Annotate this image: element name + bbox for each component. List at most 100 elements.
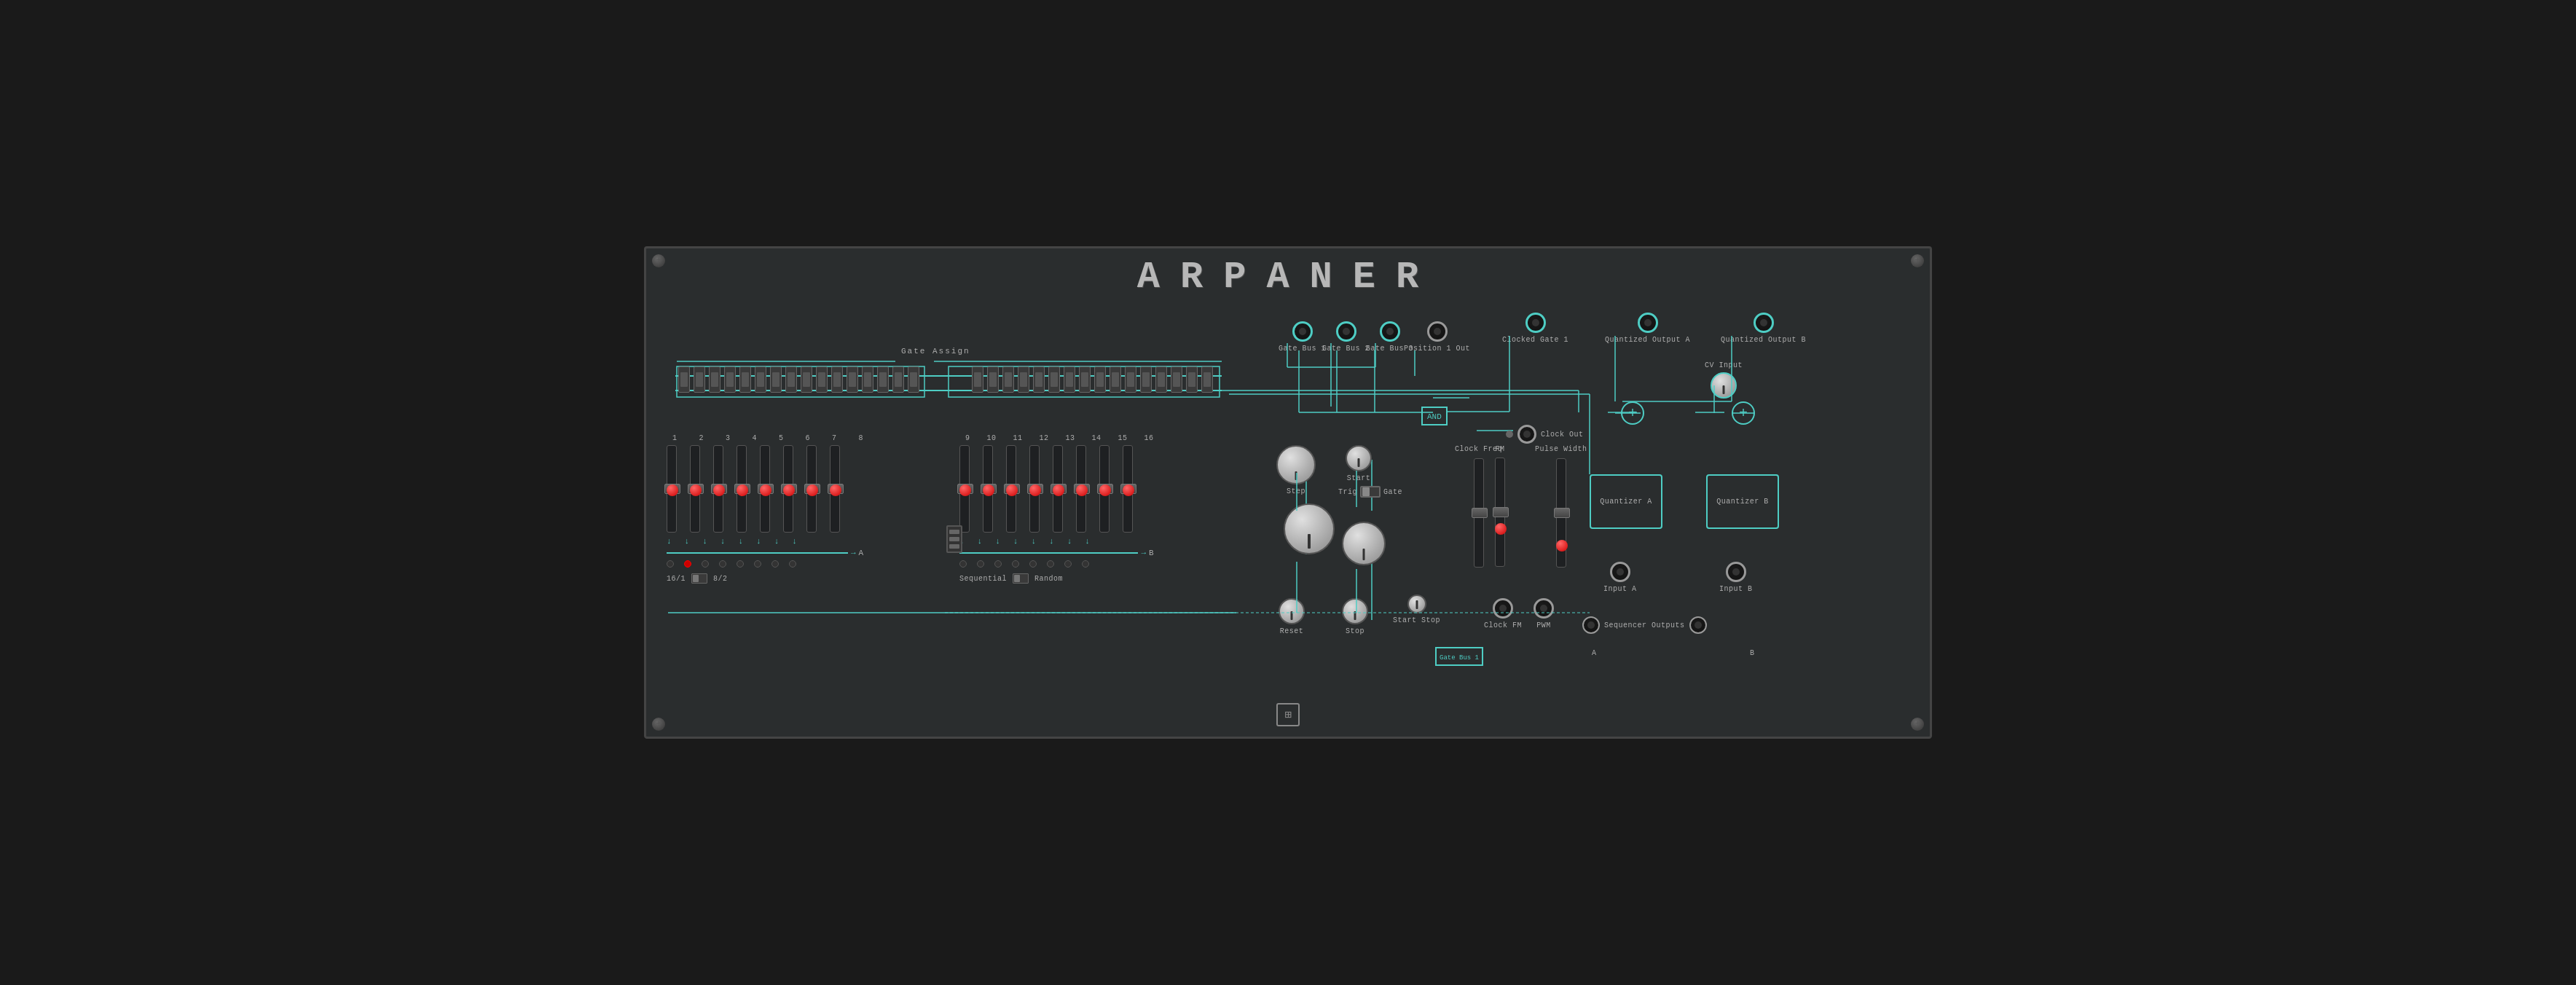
- gate-slider-32[interactable]: [1201, 366, 1213, 393]
- clock-out-jack[interactable]: [1517, 425, 1536, 444]
- seq-slider-a1[interactable]: [667, 445, 677, 533]
- gate-slider-20[interactable]: [1018, 366, 1029, 393]
- fm-slider[interactable]: [1495, 458, 1505, 567]
- step-num-4: 4: [753, 434, 758, 442]
- seq-slider-b1[interactable]: [959, 445, 970, 533]
- reset-knob[interactable]: [1279, 598, 1305, 624]
- seq-slider-a8[interactable]: [830, 445, 840, 533]
- gate-bus-1-jack[interactable]: [1292, 321, 1313, 342]
- seq-slider-a5[interactable]: [760, 445, 770, 533]
- seq-slider-b7[interactable]: [1099, 445, 1110, 533]
- seq-slider-b6[interactable]: [1076, 445, 1086, 533]
- quantized-output-a-jack[interactable]: [1638, 313, 1658, 333]
- cv-input-label: CV Input: [1705, 361, 1743, 369]
- gate-slider-28[interactable]: [1140, 366, 1152, 393]
- arrow-a1: ↓: [667, 537, 672, 546]
- stop-knob[interactable]: [1342, 598, 1368, 624]
- gate-slider-29[interactable]: [1155, 366, 1167, 393]
- quantized-output-b-jack[interactable]: [1754, 313, 1774, 333]
- gate-slider-14[interactable]: [877, 366, 889, 393]
- gate-slider-1[interactable]: [678, 366, 690, 393]
- trig-gate-toggle[interactable]: [1360, 486, 1381, 498]
- gate-slider-9[interactable]: [801, 366, 812, 393]
- seq-slider-a7[interactable]: [806, 445, 817, 533]
- start-section: Start: [1346, 445, 1372, 482]
- gate-slider-15[interactable]: [892, 366, 904, 393]
- gate-slider-23[interactable]: [1064, 366, 1075, 393]
- gate-slider-22[interactable]: [1048, 366, 1060, 393]
- reset-label: Reset: [1279, 627, 1305, 635]
- gate-slider-25[interactable]: [1094, 366, 1106, 393]
- clock-fm-jack[interactable]: [1493, 598, 1513, 619]
- gate-slider-11[interactable]: [831, 366, 843, 393]
- start-stop-knob[interactable]: [1407, 594, 1426, 613]
- clocked-gate-1-jack[interactable]: [1525, 313, 1546, 333]
- seq-output-a-jack[interactable]: [1582, 616, 1600, 634]
- seq-slider-a3[interactable]: [713, 445, 723, 533]
- clock-out-section: Clock Out: [1506, 425, 1584, 444]
- screw-tl: [652, 254, 665, 267]
- step-knob[interactable]: [1276, 445, 1316, 484]
- gate-slider-7[interactable]: [770, 366, 782, 393]
- gate-slider-12[interactable]: [847, 366, 858, 393]
- cv-input-knob[interactable]: [1711, 372, 1737, 399]
- gate-slider-26[interactable]: [1110, 366, 1121, 393]
- gate-slider-17[interactable]: [972, 366, 983, 393]
- gate-slider-8[interactable]: [785, 366, 797, 393]
- gate-slider-3[interactable]: [709, 366, 720, 393]
- gate-slider-13[interactable]: [862, 366, 873, 393]
- gate-slider-16[interactable]: [908, 366, 919, 393]
- input-b-jack[interactable]: [1726, 562, 1746, 582]
- step-num-6: 6: [806, 434, 811, 442]
- rate-knob-large[interactable]: [1284, 503, 1335, 554]
- start-stop-label: Start Stop: [1393, 616, 1440, 625]
- gate-slider-6[interactable]: [755, 366, 766, 393]
- gate-slider-5[interactable]: [739, 366, 751, 393]
- gate-sliders-a: [678, 366, 1213, 393]
- start-knob[interactable]: [1346, 445, 1372, 471]
- gate-slider-30[interactable]: [1171, 366, 1182, 393]
- quantizer-b-box[interactable]: Quantizer B: [1706, 474, 1779, 529]
- seq-slider-b3[interactable]: [1006, 445, 1016, 533]
- arrow-b4: ↓: [1013, 537, 1018, 546]
- pwm-jack[interactable]: [1534, 598, 1554, 619]
- gate-slider-24[interactable]: [1079, 366, 1091, 393]
- toggle-seq-random[interactable]: [1013, 573, 1029, 584]
- arrow-a8: ↓: [792, 537, 797, 546]
- gate-slider-21[interactable]: [1033, 366, 1045, 393]
- step-dot-b6: [1047, 560, 1054, 568]
- gate-slider-27[interactable]: [1125, 366, 1136, 393]
- gate-assign-label: Gate Assign: [901, 347, 970, 356]
- pulse-width-slider[interactable]: [1556, 458, 1566, 568]
- seq-output-a-arrow: →: [851, 549, 856, 557]
- seq-slider-b4[interactable]: [1029, 445, 1040, 533]
- gate-bus-3-jack[interactable]: [1380, 321, 1400, 342]
- gate-bus-2-label: Gate Bus 2: [1322, 345, 1370, 353]
- trig-gate-section: Trig Gate: [1338, 486, 1402, 498]
- gate-slider-31[interactable]: [1186, 366, 1198, 393]
- position-1-out-jack[interactable]: [1427, 321, 1448, 342]
- seq-slider-b8[interactable]: [1123, 445, 1133, 533]
- gate-slider-10[interactable]: [816, 366, 828, 393]
- pitch-knob-large[interactable]: [1342, 522, 1386, 565]
- gate-slider-4[interactable]: [724, 366, 736, 393]
- clock-freq-slider[interactable]: [1474, 458, 1484, 568]
- seq-slider-a4[interactable]: [737, 445, 747, 533]
- input-a-jack[interactable]: [1610, 562, 1630, 582]
- step-dot-b3: [994, 560, 1002, 568]
- mini-connector-box[interactable]: [946, 525, 962, 553]
- seq-slider-b5[interactable]: [1053, 445, 1063, 533]
- seq-slider-a6[interactable]: [783, 445, 793, 533]
- arrow-b5: ↓: [1031, 537, 1036, 546]
- gate-slider-18[interactable]: [987, 366, 999, 393]
- toggle-16-8[interactable]: [691, 573, 707, 584]
- seq-slider-b2[interactable]: [983, 445, 993, 533]
- quantizer-a-box[interactable]: Quantizer A: [1590, 474, 1662, 529]
- seq-slider-a2[interactable]: [690, 445, 700, 533]
- gate-bus-2-jack[interactable]: [1336, 321, 1356, 342]
- gate-slider-19[interactable]: [1002, 366, 1014, 393]
- gate-slider-2[interactable]: [694, 366, 705, 393]
- seq-output-b-label: B: [1149, 549, 1154, 557]
- seq-output-b-jack[interactable]: [1689, 616, 1707, 634]
- stop-section: Stop: [1342, 598, 1368, 635]
